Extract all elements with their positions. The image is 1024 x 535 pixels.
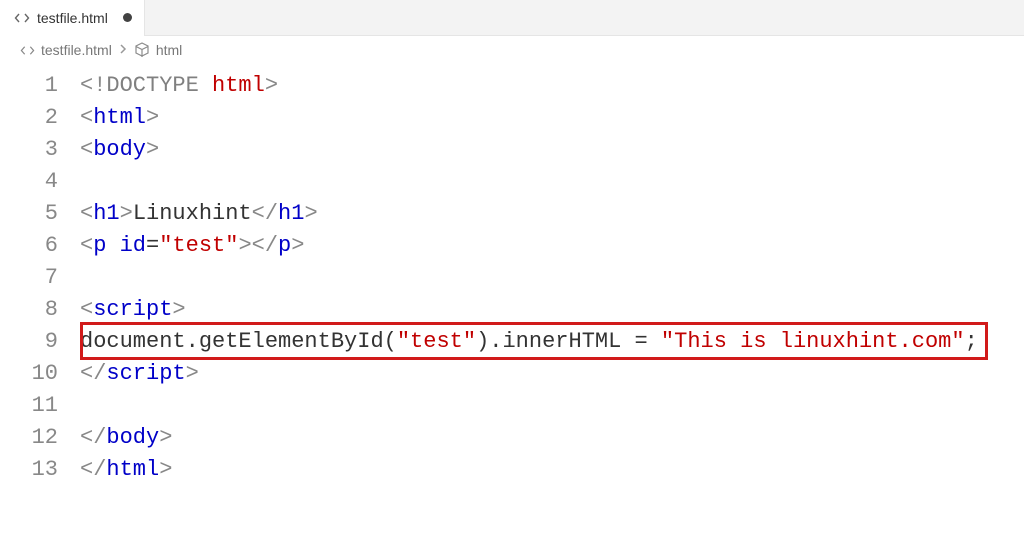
code-line[interactable]: <h1>Linuxhint</h1>	[80, 198, 1024, 230]
line-number: 8	[0, 294, 58, 326]
breadcrumb-symbol[interactable]: html	[156, 42, 182, 58]
code-line[interactable]: <script>	[80, 294, 1024, 326]
breadcrumb-file[interactable]: testfile.html	[41, 42, 112, 58]
line-number: 7	[0, 262, 58, 294]
code-line[interactable]: <html>	[80, 102, 1024, 134]
line-number: 10	[0, 358, 58, 390]
code-line[interactable]: </html>	[80, 454, 1024, 486]
code-line[interactable]	[80, 166, 1024, 198]
symbol-struct-icon	[134, 42, 150, 58]
code-line[interactable]: <p id="test"></p>	[80, 230, 1024, 262]
code-line[interactable]: </body>	[80, 422, 1024, 454]
code-line[interactable]	[80, 390, 1024, 422]
line-number: 5	[0, 198, 58, 230]
line-number: 13	[0, 454, 58, 486]
code-line[interactable]: </script>	[80, 358, 1024, 390]
file-tab[interactable]: testfile.html	[0, 0, 145, 36]
line-gutter: 1 2 3 4 5 6 7 8 9 10 11 12 13	[0, 70, 80, 486]
code-file-icon	[14, 10, 30, 26]
breadcrumb: testfile.html html	[0, 36, 1024, 64]
code-file-icon	[20, 43, 35, 58]
code-editor[interactable]: 1 2 3 4 5 6 7 8 9 10 11 12 13 <!DOCTYPE …	[0, 64, 1024, 486]
line-number: 1	[0, 70, 58, 102]
line-number: 11	[0, 390, 58, 422]
line-number: 9	[0, 326, 58, 358]
tab-bar: testfile.html	[0, 0, 1024, 36]
line-number: 4	[0, 166, 58, 198]
line-number: 3	[0, 134, 58, 166]
code-line[interactable]	[80, 262, 1024, 294]
line-number: 6	[0, 230, 58, 262]
code-content[interactable]: <!DOCTYPE html> <html> <body> <h1>Linuxh…	[80, 70, 1024, 486]
code-line[interactable]: <body>	[80, 134, 1024, 166]
chevron-right-icon	[118, 43, 128, 57]
modified-dot-icon	[123, 13, 132, 22]
code-line[interactable]: document.getElementById("test").innerHTM…	[80, 326, 1024, 358]
code-line[interactable]: <!DOCTYPE html>	[80, 70, 1024, 102]
tab-filename: testfile.html	[37, 10, 108, 26]
line-number: 2	[0, 102, 58, 134]
line-number: 12	[0, 422, 58, 454]
